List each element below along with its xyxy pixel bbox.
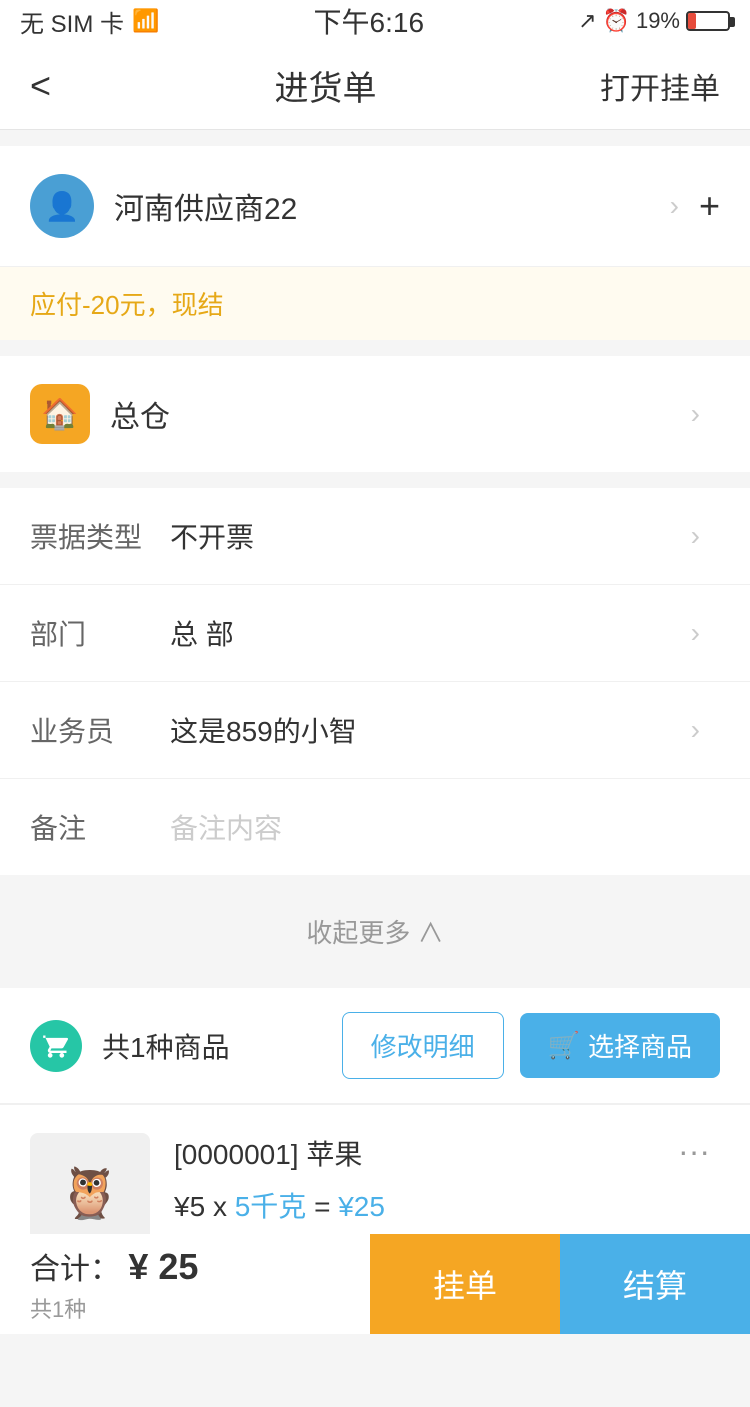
footer-total-main: 合计： ¥ 25	[30, 1244, 340, 1288]
back-button[interactable]: <	[30, 65, 51, 107]
dept-label: 部门	[30, 613, 150, 653]
avatar-icon: 👤	[45, 190, 80, 223]
battery-percent: 19%	[636, 8, 680, 34]
dept-value: 总 部	[170, 613, 691, 653]
status-right: ↗ ⏰ 19%	[578, 8, 730, 34]
product-header: 共1种商品 修改明细 🛒 选择商品	[0, 988, 750, 1104]
status-bar: 无 SIM 卡 📶 下午6:16 ↗ ⏰ 19%	[0, 0, 750, 42]
form-card: 票据类型 不开票 › 部门 总 部 › 业务员 这是859的小智 › 备注 备注…	[0, 488, 750, 875]
footer-count: 共1种	[30, 1292, 340, 1324]
supplier-name: 河南供应商22	[114, 184, 670, 228]
open-hang-button[interactable]: 打开挂单	[600, 64, 720, 108]
status-time: 下午6:16	[314, 1, 425, 41]
location-icon: ↗	[578, 8, 596, 34]
supplier-chevron-icon: ›	[670, 190, 679, 222]
invoice-chevron-icon: ›	[691, 520, 700, 552]
payment-tip: 应付-20元，现结	[0, 267, 750, 340]
total-label: 合计：	[30, 1253, 120, 1286]
form-row-salesperson[interactable]: 业务员 这是859的小智 ›	[0, 682, 750, 779]
remark-label: 备注	[30, 807, 150, 847]
product-count-text: 共1种商品	[102, 1026, 342, 1066]
select-product-icon: 🛒	[548, 1030, 580, 1061]
alarm-icon: ⏰	[603, 8, 630, 34]
form-row-remark[interactable]: 备注 备注内容	[0, 779, 750, 875]
add-button[interactable]: +	[699, 185, 720, 227]
invoice-value: 不开票	[170, 516, 691, 556]
dept-chevron-icon: ›	[691, 617, 700, 649]
product-total: ¥25	[338, 1191, 385, 1222]
salesperson-chevron-icon: ›	[691, 714, 700, 746]
product-owl-icon: 🦉	[59, 1164, 121, 1223]
battery-icon	[686, 11, 730, 31]
product-info: [0000001] 苹果 ¥5 x 5千克 = ¥25	[174, 1133, 668, 1225]
supplier-avatar: 👤	[30, 174, 94, 238]
cart-icon	[42, 1032, 70, 1060]
form-row-invoice[interactable]: 票据类型 不开票 ›	[0, 488, 750, 585]
product-unit-price: ¥5	[174, 1191, 205, 1222]
remark-input[interactable]: 备注内容	[170, 807, 720, 847]
product-quantity: 5千克	[235, 1191, 307, 1222]
hang-label: 挂单	[433, 1261, 497, 1307]
collapse-toggle[interactable]: 收起更多 ∧	[0, 891, 750, 972]
product-price: ¥5 x 5千克 = ¥25	[174, 1185, 668, 1225]
footer-total: 合计： ¥ 25 共1种	[0, 1234, 370, 1334]
carrier-text: 无 SIM 卡	[20, 4, 124, 39]
equals-sign: =	[314, 1191, 338, 1222]
supplier-row[interactable]: 👤 河南供应商22 › +	[0, 146, 750, 267]
wifi-icon: 📶	[132, 8, 159, 34]
warehouse-chevron-icon: ›	[691, 398, 700, 430]
pay-label: 结算	[623, 1261, 687, 1307]
warehouse-icon: 🏠	[30, 384, 90, 444]
warehouse-name: 总仓	[110, 392, 691, 436]
page-title: 进货单	[275, 61, 377, 110]
select-product-label: 选择商品	[588, 1027, 692, 1064]
form-row-dept[interactable]: 部门 总 部 ›	[0, 585, 750, 682]
total-amount: ¥ 25	[128, 1246, 198, 1287]
salesperson-value: 这是859的小智	[170, 710, 691, 750]
invoice-label: 票据类型	[30, 516, 150, 556]
pay-button[interactable]: 结算	[560, 1234, 750, 1334]
product-count-icon	[30, 1020, 82, 1072]
product-name: [0000001] 苹果	[174, 1133, 668, 1173]
status-carrier: 无 SIM 卡 📶	[20, 4, 159, 39]
warehouse-card: 🏠 总仓 ›	[0, 356, 750, 472]
edit-details-button[interactable]: 修改明细	[342, 1012, 504, 1079]
product-more-button[interactable]: ···	[668, 1133, 720, 1170]
select-product-button[interactable]: 🛒 选择商品	[520, 1013, 720, 1078]
warehouse-row[interactable]: 🏠 总仓 ›	[0, 356, 750, 472]
salesperson-label: 业务员	[30, 710, 150, 750]
main-content: 👤 河南供应商22 › + 应付-20元，现结 🏠 总仓 › 票据类型 不开票 …	[0, 146, 750, 1407]
price-separator: x	[213, 1191, 235, 1222]
footer: 合计： ¥ 25 共1种 挂单 结算	[0, 1234, 750, 1334]
supplier-card: 👤 河南供应商22 › + 应付-20元，现结	[0, 146, 750, 340]
hang-button[interactable]: 挂单	[370, 1234, 560, 1334]
nav-bar: < 进货单 打开挂单	[0, 42, 750, 130]
